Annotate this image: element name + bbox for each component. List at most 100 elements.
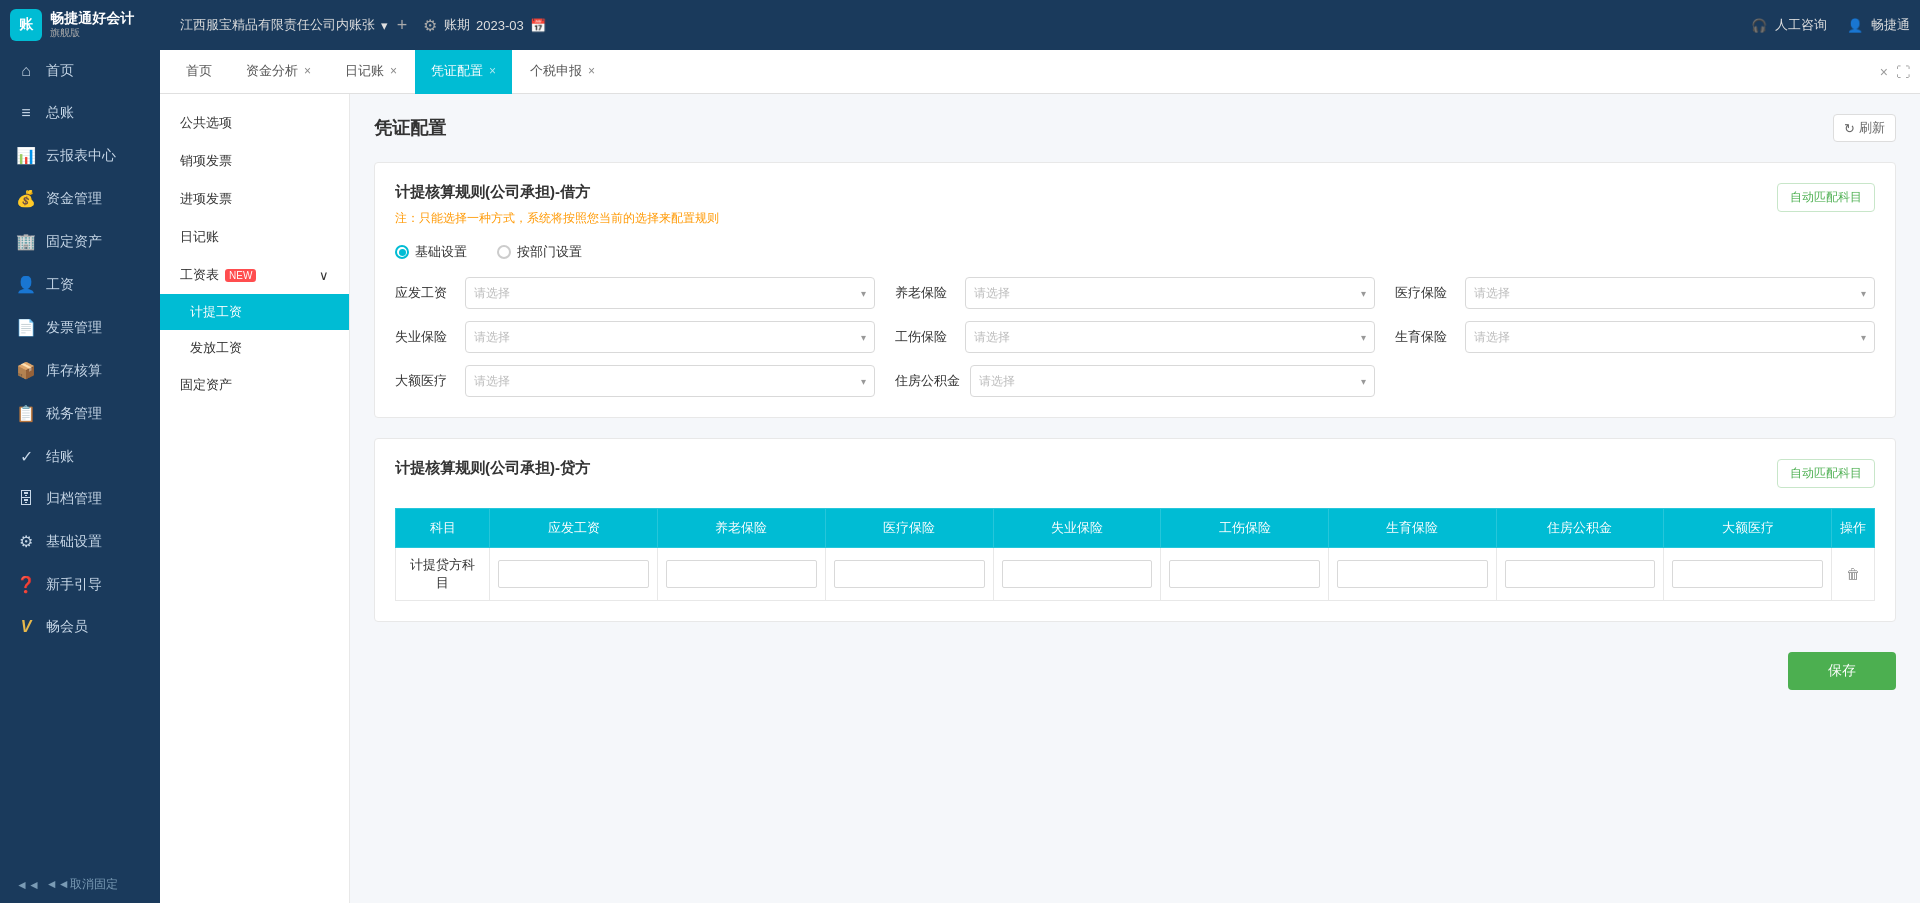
th-pension: 养老保险 <box>658 509 826 548</box>
tab-fund-analysis[interactable]: 资金分析 × <box>230 50 327 94</box>
save-button[interactable]: 保存 <box>1788 652 1896 690</box>
tab-diary-label: 日记账 <box>345 62 384 80</box>
sidebar-item-archive[interactable]: 🗄 归档管理 <box>0 478 160 520</box>
credit-maternity-input[interactable] <box>1337 560 1488 588</box>
sidebar-item-tax[interactable]: 📋 税务管理 <box>0 392 160 435</box>
credit-work-injury-input[interactable] <box>1169 560 1320 588</box>
consult-button[interactable]: 🎧 人工咨询 <box>1751 16 1827 34</box>
td-maternity[interactable] <box>1328 548 1496 601</box>
sidebar-item-member[interactable]: V 畅会员 <box>0 606 160 648</box>
period-selector[interactable]: 账期 2023-03 📅 <box>444 16 546 34</box>
left-nav-accrue-payroll[interactable]: 计提工资 <box>160 294 349 330</box>
td-pension[interactable] <box>658 548 826 601</box>
large-medical-select[interactable]: 请选择 ▾ <box>465 365 875 397</box>
left-nav-public[interactable]: 公共选项 <box>160 104 349 142</box>
left-nav-fixed-assets[interactable]: 固定资产 <box>160 366 349 404</box>
th-medical: 医疗保险 <box>825 509 993 548</box>
debit-section-note: 注：只能选择一种方式，系统将按照您当前的选择来配置规则 <box>395 210 1875 227</box>
page-content: 公共选项 销项发票 进项发票 日记账 工资表 NEW ∨ <box>160 94 1920 903</box>
add-button[interactable]: + <box>388 11 416 39</box>
sidebar-item-home[interactable]: ⌂ 首页 <box>0 50 160 92</box>
tab-diary[interactable]: 日记账 × <box>329 50 413 94</box>
credit-large-medical-input[interactable] <box>1672 560 1823 588</box>
tab-diary-close[interactable]: × <box>390 64 397 78</box>
radio-basic-setup[interactable]: 基础设置 <box>395 243 467 261</box>
left-nav-payroll-table[interactable]: 工资表 NEW ∨ <box>160 256 349 294</box>
tab-home-label: 首页 <box>186 62 212 80</box>
sidebar-item-guide[interactable]: ❓ 新手引导 <box>0 563 160 606</box>
pension-select[interactable]: 请选择 ▾ <box>965 277 1375 309</box>
sidebar-item-close[interactable]: ✓ 结账 <box>0 435 160 478</box>
gross-salary-select[interactable]: 请选择 ▾ <box>465 277 875 309</box>
maternity-select[interactable]: 请选择 ▾ <box>1465 321 1875 353</box>
unemployment-select[interactable]: 请选择 ▾ <box>465 321 875 353</box>
refresh-button[interactable]: ↻ 刷新 <box>1833 114 1896 142</box>
td-housing-fund[interactable] <box>1496 548 1664 601</box>
radio-dept-circle <box>497 245 511 259</box>
sidebar-label-archive: 归档管理 <box>46 490 102 508</box>
tab-voucher-config-close[interactable]: × <box>489 64 496 78</box>
app-edition: 旗舰版 <box>50 26 134 40</box>
credit-gross-salary-input[interactable] <box>498 560 649 588</box>
credit-pension-input[interactable] <box>666 560 817 588</box>
sidebar-item-fund[interactable]: 💰 资金管理 <box>0 177 160 220</box>
credit-auto-match-button[interactable]: 自动匹配科目 <box>1777 459 1875 488</box>
company-selector[interactable]: 江西服宝精品有限责任公司内账张 ▾ <box>180 16 388 34</box>
large-medical-label: 大额医疗 <box>395 372 455 390</box>
radio-dept-label: 按部门设置 <box>517 243 582 261</box>
calendar-icon: 📅 <box>530 18 546 33</box>
sidebar-item-settings[interactable]: ⚙ 基础设置 <box>0 520 160 563</box>
td-delete[interactable]: 🗑 <box>1832 548 1875 601</box>
td-large-medical[interactable] <box>1664 548 1832 601</box>
work-injury-select[interactable]: 请选择 ▾ <box>965 321 1375 353</box>
sidebar-item-inventory[interactable]: 📦 库存核算 <box>0 349 160 392</box>
tab-home[interactable]: 首页 <box>170 50 228 94</box>
sidebar-label-member: 畅会员 <box>46 618 88 636</box>
page-title-text: 凭证配置 <box>374 116 446 140</box>
debit-auto-match-button[interactable]: 自动匹配科目 <box>1777 183 1875 212</box>
sidebar: ⌂ 首页 ≡ 总账 📊 云报表中心 💰 资金管理 🏢 固定资产 👤 工资 📄 发… <box>0 50 160 903</box>
credit-housing-fund-input[interactable] <box>1505 560 1656 588</box>
page-title-bar: 凭证配置 ↻ 刷新 <box>374 114 1896 142</box>
tab-tax-report[interactable]: 个税申报 × <box>514 50 611 94</box>
left-nav-purchase-invoice[interactable]: 进项发票 <box>160 180 349 218</box>
td-unemployment[interactable] <box>993 548 1161 601</box>
housing-fund-label: 住房公积金 <box>895 372 960 390</box>
left-nav-pay-payroll-label: 发放工资 <box>190 340 242 355</box>
left-nav-pay-payroll[interactable]: 发放工资 <box>160 330 349 366</box>
left-nav-sales-invoice[interactable]: 销项发票 <box>160 142 349 180</box>
td-medical[interactable] <box>825 548 993 601</box>
close-all-tabs-button[interactable]: × <box>1880 64 1888 80</box>
expand-window-button[interactable]: ⛶ <box>1896 64 1910 80</box>
radio-dept-setup[interactable]: 按部门设置 <box>497 243 582 261</box>
td-gross-salary[interactable] <box>490 548 658 601</box>
sidebar-item-ledger[interactable]: ≡ 总账 <box>0 92 160 134</box>
field-large-medical: 大额医疗 请选择 ▾ <box>395 365 875 397</box>
delete-row-button[interactable]: 🗑 <box>1846 566 1860 582</box>
topbar-user-area: 🎧 人工咨询 👤 畅捷通 <box>1751 16 1910 34</box>
tab-voucher-config[interactable]: 凭证配置 × <box>415 50 512 94</box>
medical-select[interactable]: 请选择 ▾ <box>1465 277 1875 309</box>
tab-voucher-config-label: 凭证配置 <box>431 62 483 80</box>
medical-label: 医疗保险 <box>1395 284 1455 302</box>
sidebar-item-asset[interactable]: 🏢 固定资产 <box>0 220 160 263</box>
left-nav-sales-invoice-label: 销项发票 <box>180 152 232 170</box>
td-work-injury[interactable] <box>1161 548 1329 601</box>
radio-basic-label: 基础设置 <box>415 243 467 261</box>
user-profile[interactable]: 👤 畅捷通 <box>1847 16 1910 34</box>
settings-gear-button[interactable]: ⚙ <box>416 11 444 39</box>
sidebar-item-invoice[interactable]: 📄 发票管理 <box>0 306 160 349</box>
credit-unemployment-input[interactable] <box>1002 560 1153 588</box>
th-operation: 操作 <box>1832 509 1875 548</box>
sidebar-item-report[interactable]: 📊 云报表中心 <box>0 134 160 177</box>
sidebar-item-payroll[interactable]: 👤 工资 <box>0 263 160 306</box>
field-gross-salary: 应发工资 请选择 ▾ <box>395 277 875 309</box>
left-nav-journal[interactable]: 日记账 <box>160 218 349 256</box>
credit-medical-input[interactable] <box>834 560 985 588</box>
housing-fund-select[interactable]: 请选择 ▾ <box>970 365 1375 397</box>
company-name: 江西服宝精品有限责任公司内账张 <box>180 16 375 34</box>
home-icon: ⌂ <box>16 62 36 80</box>
tab-fund-analysis-close[interactable]: × <box>304 64 311 78</box>
cancel-fixed-button[interactable]: ◄◄ ◄◄取消固定 <box>0 866 160 903</box>
tab-tax-report-close[interactable]: × <box>588 64 595 78</box>
